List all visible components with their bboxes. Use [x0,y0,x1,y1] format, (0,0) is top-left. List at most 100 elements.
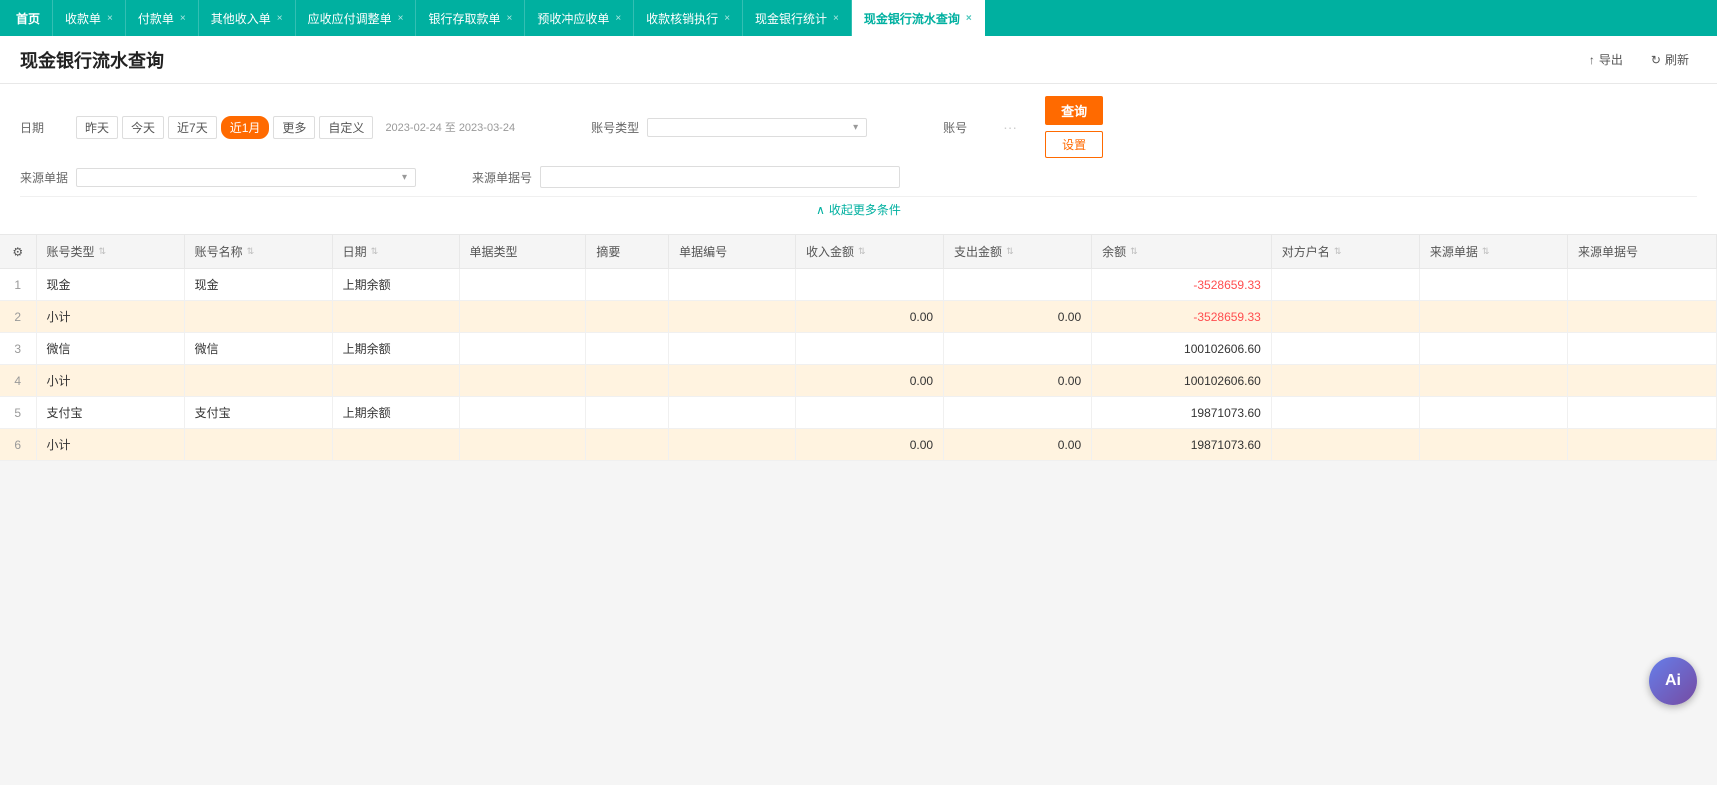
th-income[interactable]: 收入金额 ⇅ [795,235,943,269]
th-expense-label: 支出金额 [954,243,1002,260]
cell-source-doc-no [1567,301,1716,333]
close-collection-exec-icon[interactable]: × [724,13,730,24]
close-bank-deposit-icon[interactable]: × [506,13,512,24]
nav-tab-other-income[interactable]: 其他收入单 × [199,0,296,36]
close-cash-bank-flow-icon[interactable]: × [966,13,972,24]
table-container: ⚙ 账号类型 ⇅ 账号名称 ⇅ 日期 [0,235,1717,461]
source-doc-arrow-icon: ▾ [402,172,407,183]
account-dots[interactable]: ··· [999,119,1021,135]
th-settings[interactable]: ⚙ [0,235,36,269]
nav-tab-cash-bank-flow[interactable]: 现金银行流水查询 × [852,0,985,36]
date-btn-yesterday[interactable]: 昨天 [76,116,118,139]
flow-table: ⚙ 账号类型 ⇅ 账号名称 ⇅ 日期 [0,235,1717,461]
th-doc-type: 单据类型 [459,235,586,269]
nav-tab-cash-bank-stat[interactable]: 现金银行统计 × [743,0,852,36]
date-btn-1month[interactable]: 近1月 [221,116,270,139]
close-other-income-icon[interactable]: × [277,13,283,24]
cell-date [332,301,459,333]
table-row: 2 小计 0.00 0.00 -3528659.33 [0,301,1717,333]
th-account-type[interactable]: 账号类型 ⇅ [36,235,184,269]
th-expense[interactable]: 支出金额 ⇅ [944,235,1092,269]
cell-no: 5 [0,397,36,429]
nav-tab-receivable-adjust[interactable]: 应收应付调整单 × [296,0,417,36]
nav-tab-collection-exec[interactable]: 收款核销执行 × [634,0,743,36]
date-buttons: 昨天 今天 近7天 近1月 更多 自定义 [76,116,373,139]
cell-source-doc [1419,429,1567,461]
cell-date: 上期余额 [332,333,459,365]
action-buttons: 查询 设置 [1045,96,1103,158]
export-button[interactable]: ↑ 导出 [1581,47,1631,72]
th-counterparty[interactable]: 对方户名 ⇅ [1271,235,1419,269]
th-date[interactable]: 日期 ⇅ [332,235,459,269]
cell-expense [944,333,1092,365]
close-payment-icon[interactable]: × [180,13,186,24]
cell-source-doc-no [1567,397,1716,429]
sort-account-type-icon: ⇅ [99,246,107,257]
th-counterparty-label: 对方户名 [1282,243,1330,260]
cell-income [795,269,943,301]
source-doc-label: 来源单据 [20,169,68,186]
th-doc-no: 单据编号 [669,235,796,269]
account-label: 账号 [943,119,991,136]
cell-source-doc [1419,269,1567,301]
account-type-select[interactable]: ▾ [647,118,867,137]
nav-tab-home[interactable]: 首页 [4,0,53,36]
cell-source-doc-no [1567,365,1716,397]
refresh-button[interactable]: ↻ 刷新 [1643,47,1697,72]
cell-counterparty [1271,397,1419,429]
date-btn-today[interactable]: 今天 [122,116,164,139]
collapse-bar[interactable]: ∧ 收起更多条件 [20,196,1697,222]
cell-date: 上期余额 [332,269,459,301]
close-receivable-adjust-icon[interactable]: × [398,13,404,24]
cell-summary [586,333,669,365]
refresh-icon: ↻ [1651,53,1661,67]
table-row: 6 小计 0.00 0.00 19871073.60 [0,429,1717,461]
th-source-doc[interactable]: 来源单据 ⇅ [1419,235,1567,269]
account-type-arrow-icon: ▾ [853,122,858,133]
th-balance-label: 余额 [1102,243,1126,260]
th-income-label: 收入金额 [806,243,854,260]
nav-tab-bank-deposit[interactable]: 银行存取款单 × [416,0,525,36]
cell-account-type: 小计 [36,365,184,397]
cell-counterparty [1271,429,1419,461]
cell-summary [586,301,669,333]
cell-summary [586,429,669,461]
th-account-name[interactable]: 账号名称 ⇅ [184,235,332,269]
th-balance[interactable]: 余额 ⇅ [1092,235,1272,269]
sort-date-icon: ⇅ [371,246,379,257]
th-account-type-label: 账号类型 [47,243,95,260]
date-range-text: 2023-02-24 至 2023-03-24 [385,119,515,135]
top-nav: 首页 收款单 × 付款单 × 其他收入单 × 应收应付调整单 × 银行存取款单 … [0,0,1717,36]
query-button[interactable]: 查询 [1045,96,1103,125]
source-doc-select[interactable]: ▾ [76,168,416,187]
close-receipt-icon[interactable]: × [107,13,113,24]
nav-tab-advance-offset[interactable]: 预收冲应收单 × [525,0,634,36]
cell-doc-no [669,269,796,301]
th-date-label: 日期 [343,243,367,260]
ai-button[interactable]: Ai [1649,657,1697,705]
source-doc-no-label: 来源单据号 [472,169,532,186]
nav-tab-payment[interactable]: 付款单 × [126,0,199,36]
table-row: 3 微信 微信 上期余额 100102606.60 [0,333,1717,365]
cell-doc-type [459,301,586,333]
source-doc-no-input[interactable] [540,166,900,188]
nav-tab-receipt[interactable]: 收款单 × [53,0,126,36]
close-cash-bank-stat-icon[interactable]: × [833,13,839,24]
cell-balance: 100102606.60 [1092,333,1272,365]
date-label: 日期 [20,119,68,136]
date-btn-more[interactable]: 更多 [273,116,315,139]
cell-source-doc-no [1567,333,1716,365]
date-btn-custom[interactable]: 自定义 [319,116,373,139]
th-summary: 摘要 [586,235,669,269]
cell-income [795,333,943,365]
close-advance-offset-icon[interactable]: × [615,13,621,24]
date-btn-7days[interactable]: 近7天 [168,116,217,139]
settings-button[interactable]: 设置 [1045,131,1103,158]
cell-account-name [184,301,332,333]
cell-account-name: 现金 [184,269,332,301]
column-settings-icon: ⚙ [12,245,23,259]
cell-no: 6 [0,429,36,461]
cell-no: 4 [0,365,36,397]
cell-source-doc [1419,301,1567,333]
cell-date [332,429,459,461]
